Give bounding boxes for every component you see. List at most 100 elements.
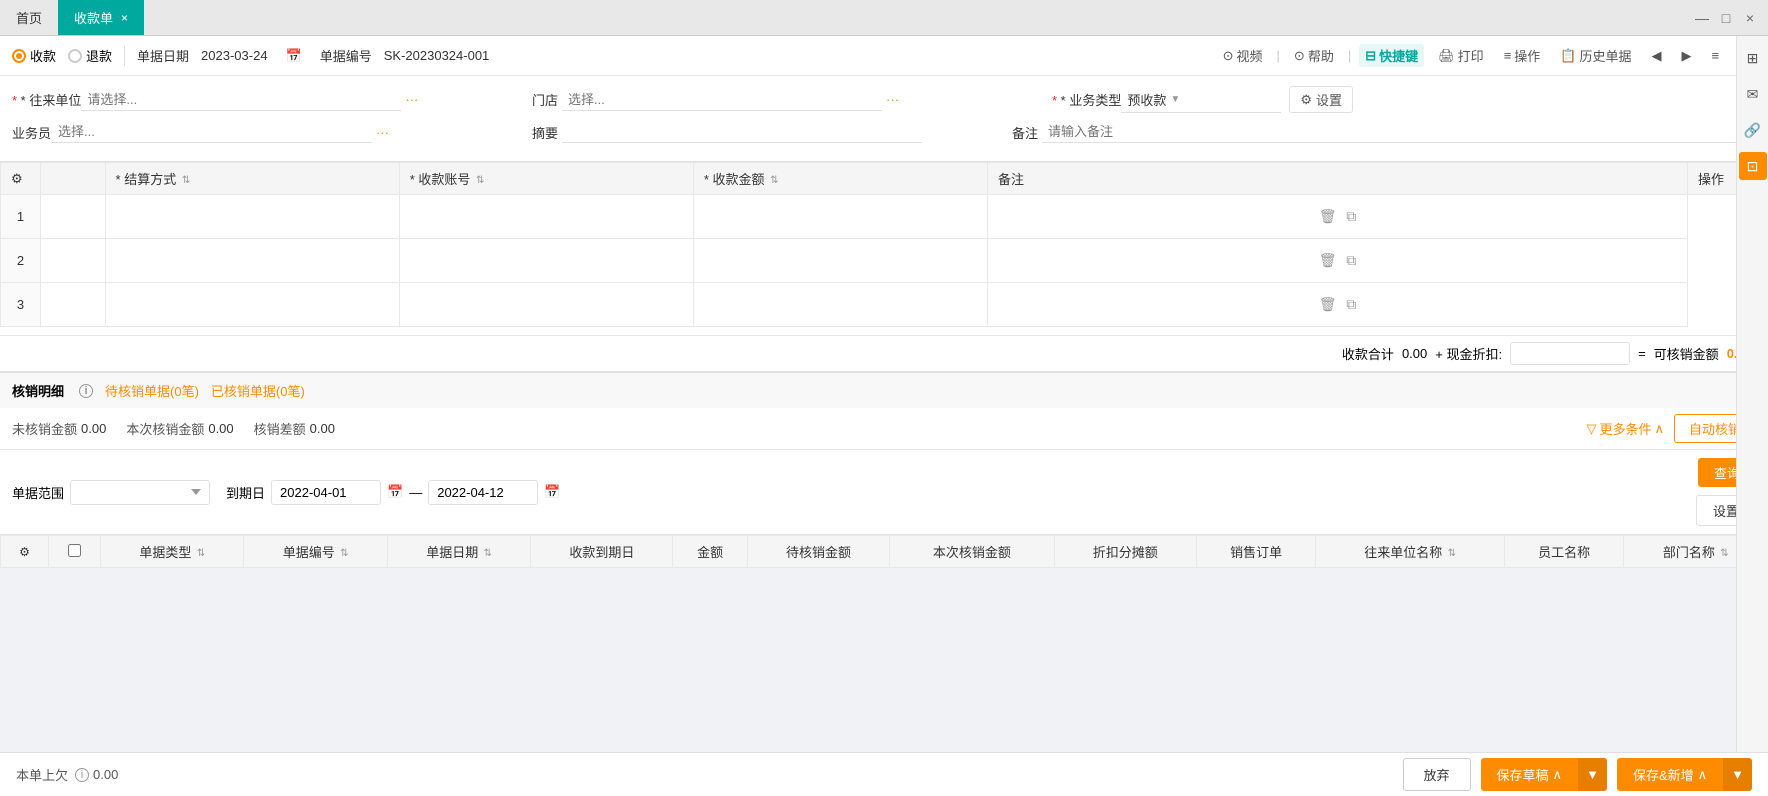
next-nav[interactable]: ▶	[1676, 46, 1698, 66]
prev-nav[interactable]: ◀	[1646, 46, 1668, 66]
date-label: 单据日期	[137, 46, 189, 65]
save-new-arrow-button[interactable]: ▼	[1723, 758, 1752, 791]
sidebar-email-icon[interactable]: ✉	[1739, 80, 1767, 108]
history-action[interactable]: 📋 历史单据	[1554, 44, 1637, 67]
remark-field: 备注	[1012, 121, 1756, 143]
col-gear-header[interactable]: ⚙	[1, 163, 41, 195]
unverified-label: 未核销金额	[12, 419, 77, 438]
delete-icon-3[interactable]: 🗑	[1319, 296, 1337, 312]
pending-docs-tag[interactable]: 待核销单据(0笔)	[105, 381, 199, 400]
summary-row: 收款合计 0.00 + 现金折扣: = 可核销金额 0.00	[0, 335, 1768, 371]
cell-remark-3[interactable]	[693, 283, 987, 327]
cell-account-1[interactable]	[105, 195, 399, 239]
row-num-1: 1	[1, 195, 41, 239]
radio-refund-dot	[68, 49, 82, 63]
cell-settlement-1[interactable]	[41, 195, 106, 239]
col-settlement-header: * 结算方式 ⇅	[105, 163, 399, 195]
sidebar-screenshot-icon[interactable]: ⊡	[1739, 152, 1767, 180]
calendar-icon[interactable]: 📅	[280, 45, 308, 67]
abandon-button[interactable]: 放弃	[1403, 758, 1471, 791]
counterparty-input[interactable]	[81, 89, 401, 111]
salesperson-more-icon[interactable]: ···	[376, 125, 389, 140]
cell-remark-1[interactable]	[693, 195, 987, 239]
current-verify-stat: 本次核销金额 0.00	[126, 419, 233, 438]
form-area: * 往来单位 ··· 门店 ··· * 业务类型 预收款 ▼ ⚙	[0, 76, 1768, 162]
info-icon[interactable]: i	[79, 384, 93, 398]
sort-dept-icon[interactable]: ⇅	[1720, 548, 1728, 559]
cell-remark-2[interactable]	[693, 239, 987, 283]
summary-field: 摘要	[532, 121, 992, 143]
done-docs-tag[interactable]: 已核销单据(0笔)	[211, 381, 305, 400]
chevron-down-icon: ▼	[1170, 94, 1180, 105]
save-draft-button[interactable]: 保存草稿 ∧	[1481, 758, 1579, 791]
unverified-value: 0.00	[81, 421, 106, 436]
sort-doc-number-icon[interactable]: ⇅	[340, 548, 348, 559]
help-action[interactable]: ⊙ 帮助	[1288, 44, 1340, 67]
list-view[interactable]: ≡	[1706, 46, 1726, 65]
copy-icon-1[interactable]: ⧉	[1346, 208, 1356, 224]
cell-account-3[interactable]	[105, 283, 399, 327]
cell-amount-2[interactable]	[399, 239, 693, 283]
operations-action[interactable]: ≡ 操作	[1498, 44, 1547, 67]
shortcut-action[interactable]: ⊟ 快捷键	[1359, 44, 1424, 67]
cell-settlement-3[interactable]	[41, 283, 106, 327]
calendar-to-icon[interactable]: 📅	[544, 484, 560, 500]
more-conditions-link[interactable]: ▽ 更多条件 ∧	[1586, 419, 1664, 438]
sort-amount-icon[interactable]: ⇅	[770, 175, 778, 186]
close-button[interactable]: ×	[1742, 10, 1758, 26]
col-discount: 折扣分摊额	[1054, 536, 1196, 568]
save-draft-arrow-button[interactable]: ▼	[1578, 758, 1607, 791]
sort-counterparty-icon[interactable]: ⇅	[1448, 548, 1456, 559]
select-all-checkbox[interactable]	[68, 544, 81, 557]
date-from-input[interactable]	[271, 480, 381, 505]
minimize-button[interactable]: —	[1694, 10, 1710, 26]
sidebar-attachment-icon[interactable]: 🔗	[1739, 116, 1767, 144]
cell-account-2[interactable]	[105, 239, 399, 283]
business-type-select[interactable]: 预收款 ▼	[1121, 87, 1281, 113]
remark-input[interactable]	[1042, 121, 1756, 143]
counterparty-more-icon[interactable]: ···	[405, 92, 418, 107]
gear-icon: ⚙	[1300, 92, 1312, 108]
sidebar-table-icon[interactable]: ⊞	[1739, 44, 1767, 72]
calendar-from-icon[interactable]: 📅	[387, 484, 403, 500]
cell-settlement-2[interactable]	[41, 239, 106, 283]
video-icon: ⊙	[1223, 48, 1234, 64]
sort-settlement-icon[interactable]: ⇅	[182, 175, 190, 186]
settings-button[interactable]: ⚙ 设置	[1289, 86, 1353, 113]
summary-input[interactable]	[562, 121, 922, 143]
video-action[interactable]: ⊙ 视频	[1217, 44, 1269, 67]
delete-icon-1[interactable]: 🗑	[1319, 208, 1337, 224]
salesperson-input[interactable]	[52, 121, 372, 143]
copy-icon-2[interactable]: ⧉	[1346, 252, 1356, 268]
tab-current[interactable]: 收款单 ×	[58, 0, 144, 35]
sort-doc-date-icon[interactable]: ⇅	[484, 548, 492, 559]
col-gear-bottom[interactable]: ⚙	[1, 536, 49, 568]
maximize-button[interactable]: □	[1718, 10, 1734, 26]
sort-account-icon[interactable]: ⇅	[476, 175, 484, 186]
right-sidebar: ⊞ ✉ 🔗 ⊡	[1736, 36, 1768, 796]
diff-label: 核销差额	[254, 419, 306, 438]
sort-doc-type-icon[interactable]: ⇅	[197, 548, 205, 559]
discount-input[interactable]	[1510, 342, 1630, 365]
diff-stat: 核销差额 0.00	[254, 419, 335, 438]
remark-label: 备注	[1012, 123, 1042, 142]
save-new-button[interactable]: 保存&新增 ∧	[1617, 758, 1723, 791]
store-input[interactable]	[562, 89, 882, 111]
shortcut-icon: ⊟	[1365, 48, 1376, 64]
bottom-table-wrap: ⚙ 单据类型 ⇅ 单据编号 ⇅ 单据日期 ⇅ 收款到期日	[0, 535, 1768, 568]
tab-close-icon[interactable]: ×	[121, 11, 128, 25]
copy-icon-3[interactable]: ⧉	[1346, 296, 1356, 312]
cell-amount-3[interactable]	[399, 283, 693, 327]
store-more-icon[interactable]: ···	[886, 92, 899, 107]
col-checkbox[interactable]	[49, 536, 101, 568]
radio-receipt[interactable]: 收款	[12, 46, 56, 65]
footer-info-icon[interactable]: i	[75, 768, 89, 782]
date-to-input[interactable]	[428, 480, 538, 505]
store-field: 门店 ···	[532, 89, 1032, 111]
cell-amount-1[interactable]	[399, 195, 693, 239]
doc-range-select[interactable]	[70, 480, 210, 505]
radio-refund[interactable]: 退款	[68, 46, 112, 65]
tab-home[interactable]: 首页	[0, 0, 58, 35]
print-action[interactable]: 🖨 打印	[1432, 44, 1490, 67]
delete-icon-2[interactable]: 🗑	[1319, 252, 1337, 268]
